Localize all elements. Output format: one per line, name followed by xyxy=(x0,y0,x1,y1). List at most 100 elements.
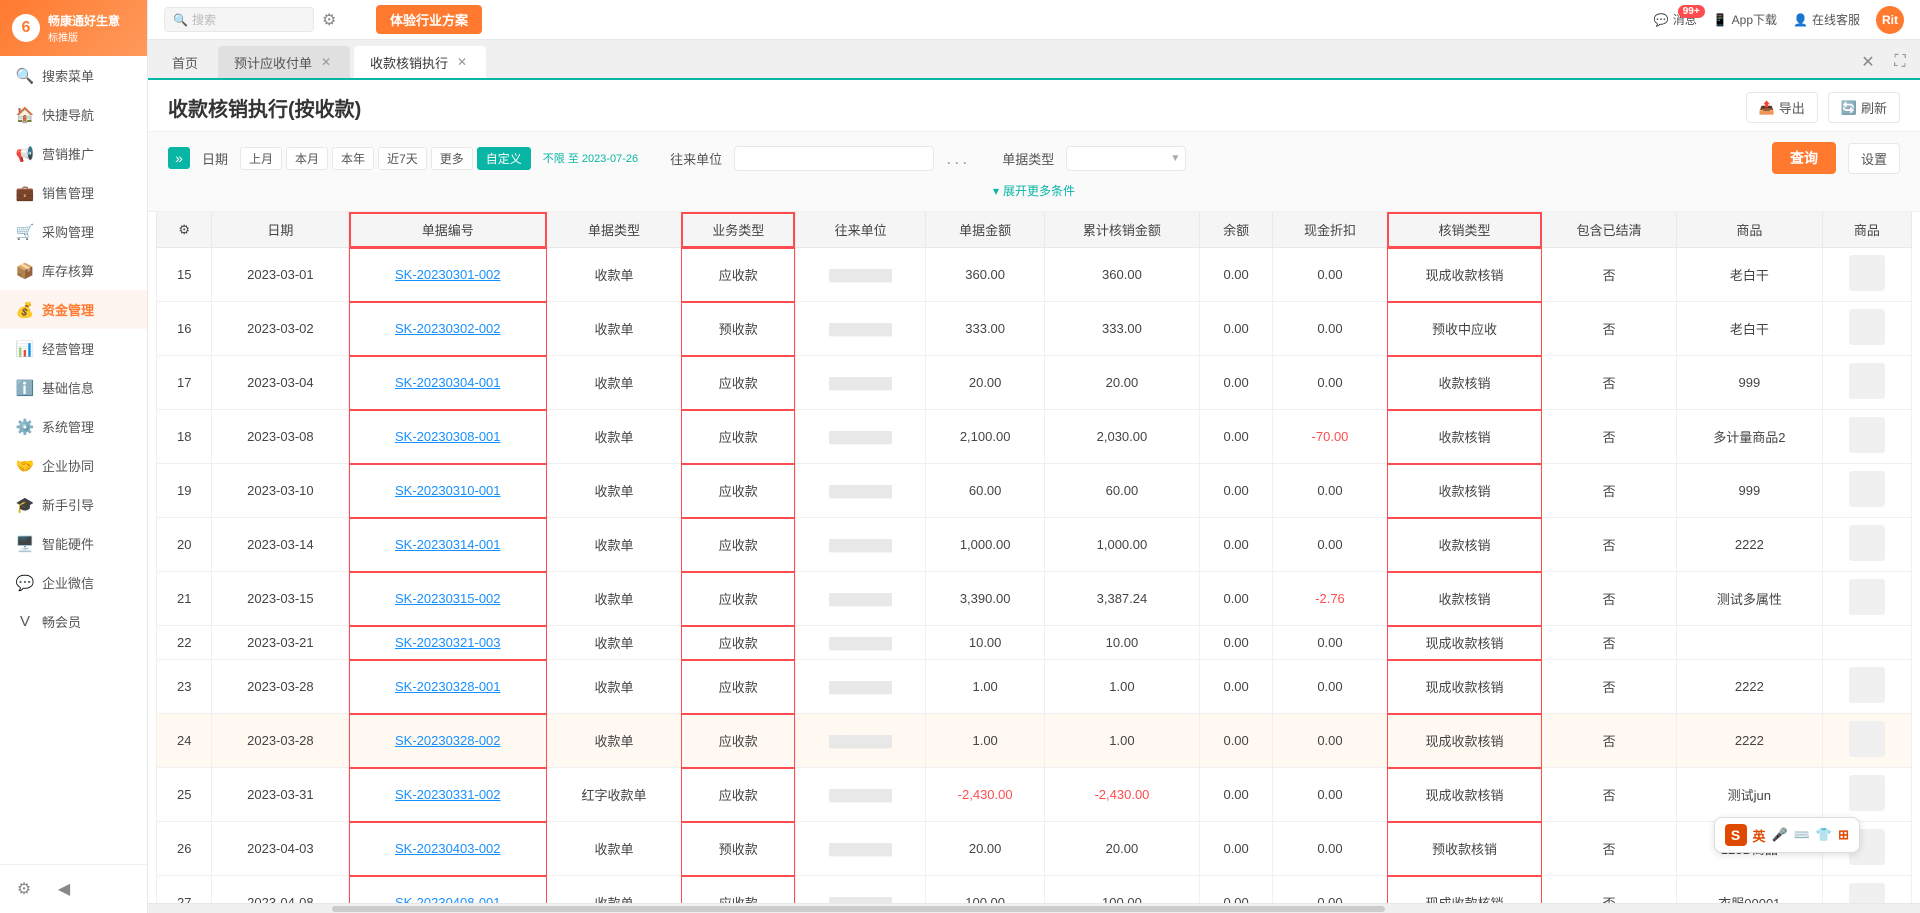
bill-no-link[interactable]: SK-20230301-002 xyxy=(395,267,501,282)
bill-type-select-wrap: ▼ xyxy=(1066,146,1186,171)
cell-partner: ████████ xyxy=(795,876,925,904)
date-btn-this-month[interactable]: 本月 xyxy=(286,147,328,170)
user-avatar[interactable]: Rit xyxy=(1876,6,1904,34)
settings-icon[interactable]: ⚙ xyxy=(322,10,336,30)
export-btn[interactable]: 📤 导出 xyxy=(1746,92,1818,123)
cell-cum-write-off: 10.00 xyxy=(1045,626,1200,660)
bill-no-link[interactable]: SK-20230408-001 xyxy=(395,895,501,903)
sidebar-item-operations[interactable]: 📊 经营管理 xyxy=(0,329,147,368)
partner-blurred: ████████ xyxy=(829,324,891,336)
table-area[interactable]: ⚙ 日期 单据编号 单据类型 业务类型 往来单位 单据金额 累计核销金额 余额 … xyxy=(148,212,1920,903)
tab-collection-exec[interactable]: 收款核销执行 ✕ xyxy=(354,46,486,78)
cell-bill-no: SK-20230331-002 xyxy=(349,768,547,822)
bottom-scrollbar[interactable] xyxy=(148,903,1920,913)
sidebar-item-inventory[interactable]: 📦 库存核算 xyxy=(0,251,147,290)
bill-no-link[interactable]: SK-20230331-002 xyxy=(395,787,501,802)
cell-bill-type: 收款单 xyxy=(547,464,682,518)
query-btn[interactable]: 查询 xyxy=(1772,142,1836,174)
online-service-btn[interactable]: 👤 在线客服 xyxy=(1793,11,1860,28)
date-btn-7-days[interactable]: 近7天 xyxy=(378,147,427,170)
cell-bill-type: 收款单 xyxy=(547,302,682,356)
cell-bill-amount: -2,430.00 xyxy=(926,768,1045,822)
refresh-btn[interactable]: 🔄 刷新 xyxy=(1828,92,1900,123)
keyboard-icon[interactable]: ⌨️ xyxy=(1794,827,1810,843)
mic-icon[interactable]: 🎤 xyxy=(1772,827,1788,843)
cell-balance: 0.00 xyxy=(1199,248,1273,302)
sidebar-item-sales[interactable]: 💼 销售管理 xyxy=(0,173,147,212)
sidebar-item-quick-nav[interactable]: 🏠 快捷导航 xyxy=(0,95,147,134)
sidebar-item-corp[interactable]: 🤝 企业协同 xyxy=(0,446,147,485)
sidebar-item-system[interactable]: ⚙️ 系统管理 xyxy=(0,407,147,446)
bill-no-link[interactable]: SK-20230328-002 xyxy=(395,733,501,748)
sidebar-item-search[interactable]: 🔍 搜索菜单 xyxy=(0,56,147,95)
sidebar-item-basic[interactable]: ℹ️ 基础信息 xyxy=(0,368,147,407)
cell-bill-no: SK-20230328-002 xyxy=(349,714,547,768)
sidebar-item-label-wechat: 企业微信 xyxy=(42,573,94,592)
close-tab-prepay-apply[interactable]: ✕ xyxy=(318,54,334,70)
bill-type-filter-label: 单据类型 xyxy=(1002,149,1054,168)
tab-label-collection-exec: 收款核销执行 xyxy=(370,53,448,72)
tab-home[interactable]: 首页 xyxy=(156,46,214,78)
expand-more-btn[interactable]: ▾ 展开更多条件 xyxy=(168,180,1900,201)
bill-no-link[interactable]: SK-20230302-002 xyxy=(395,321,501,336)
sidebar-item-marketing[interactable]: 📢 营销推广 xyxy=(0,134,147,173)
cell-goods: 衣服00001 xyxy=(1676,876,1822,904)
cell-write-off-type: 现成收款核销 xyxy=(1387,660,1542,714)
fullscreen-btn[interactable]: ⛶ xyxy=(1888,50,1912,74)
sidebar-item-hardware[interactable]: 🖥️ 智能硬件 xyxy=(0,524,147,563)
industry-btn[interactable]: 体验行业方案 xyxy=(376,5,482,34)
app-download-btn[interactable]: 📱 App下载 xyxy=(1713,11,1777,28)
cell-date: 2023-03-28 xyxy=(212,660,349,714)
sidebar-collapse-btn[interactable]: ◀ xyxy=(48,873,80,905)
close-tab-btn[interactable]: ✕ xyxy=(1856,50,1880,74)
cell-biz-type: 应收款 xyxy=(681,356,795,410)
cell-index: 22 xyxy=(157,626,212,660)
bill-no-link[interactable]: SK-20230328-001 xyxy=(395,679,501,694)
sales-icon: 💼 xyxy=(16,184,34,202)
bill-no-link[interactable]: SK-20230315-002 xyxy=(395,591,501,606)
cell-goods-img xyxy=(1822,626,1911,660)
cell-balance: 0.00 xyxy=(1199,822,1273,876)
sidebar-settings-btn[interactable]: ⚙ xyxy=(8,873,40,905)
col-settings[interactable]: ⚙ xyxy=(157,212,212,248)
sidebar-item-guide[interactable]: 🎓 新手引导 xyxy=(0,485,147,524)
filter-toggle-btn[interactable]: » xyxy=(168,147,190,169)
bill-type-select[interactable] xyxy=(1066,146,1186,171)
cell-date: 2023-03-21 xyxy=(212,626,349,660)
col-biz-type: 业务类型 xyxy=(681,212,795,248)
bill-no-link[interactable]: SK-20230308-001 xyxy=(395,429,501,444)
bill-no-link[interactable]: SK-20230314-001 xyxy=(395,537,501,552)
date-btn-more[interactable]: 更多 xyxy=(431,147,473,170)
grid-icon[interactable]: ⊞ xyxy=(1838,827,1849,843)
cell-bill-no: SK-20230315-002 xyxy=(349,572,547,626)
close-tab-collection-exec[interactable]: ✕ xyxy=(454,54,470,70)
cell-cum-write-off: 20.00 xyxy=(1045,356,1200,410)
cell-cash-discount: -2.76 xyxy=(1273,572,1387,626)
cell-goods xyxy=(1676,626,1822,660)
cell-bill-no: SK-20230408-001 xyxy=(349,876,547,904)
app-icon: 📱 xyxy=(1713,13,1728,27)
sidebar-item-finance[interactable]: 💰 资金管理 xyxy=(0,290,147,329)
cell-cum-write-off: 100.00 xyxy=(1045,876,1200,904)
messages-btn[interactable]: 💬 消息 99+ xyxy=(1654,11,1697,28)
sidebar-item-purchase[interactable]: 🛒 采购管理 xyxy=(0,212,147,251)
cell-cash-discount: 0.00 xyxy=(1273,714,1387,768)
partner-input[interactable] xyxy=(734,146,934,171)
date-range-text: 不限 至 2023-07-26 xyxy=(543,150,638,166)
cell-goods: 999 xyxy=(1676,356,1822,410)
more-conditions-dots[interactable]: ... xyxy=(946,148,970,169)
date-btn-this-year[interactable]: 本年 xyxy=(332,147,374,170)
search-box[interactable]: 🔍 搜索 xyxy=(164,7,314,32)
bill-no-link[interactable]: SK-20230321-003 xyxy=(395,635,501,650)
tab-prepay-apply[interactable]: 预计应收付单✕ xyxy=(218,46,350,78)
sidebar-item-vip[interactable]: V 畅会员 xyxy=(0,602,147,641)
date-btn-custom[interactable]: 自定义 xyxy=(477,147,531,170)
bill-no-link[interactable]: SK-20230403-002 xyxy=(395,841,501,856)
date-btn-last-month[interactable]: 上月 xyxy=(240,147,282,170)
sidebar-item-wechat[interactable]: 💬 企业微信 xyxy=(0,563,147,602)
bill-no-link[interactable]: SK-20230310-001 xyxy=(395,483,501,498)
cell-date: 2023-03-04 xyxy=(212,356,349,410)
filter-settings-btn[interactable]: 设置 xyxy=(1848,143,1900,174)
shirt-icon[interactable]: 👕 xyxy=(1816,827,1832,843)
bill-no-link[interactable]: SK-20230304-001 xyxy=(395,375,501,390)
